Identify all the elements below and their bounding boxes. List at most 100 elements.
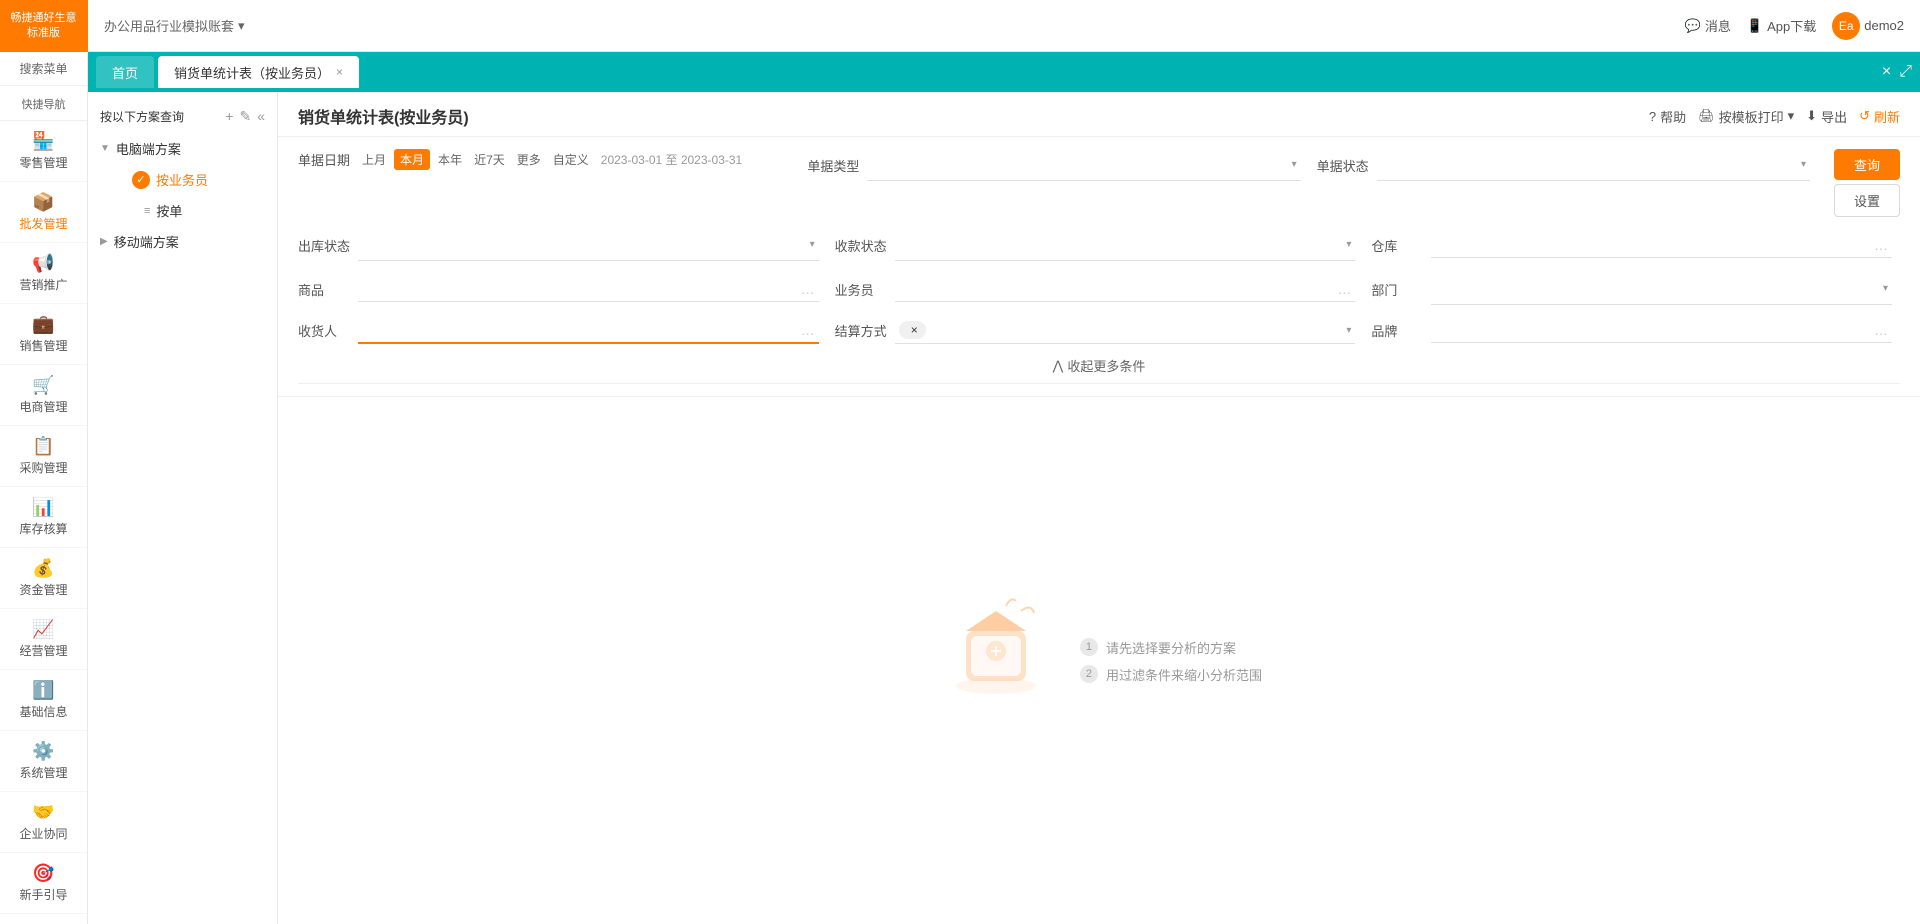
empty-tip-1: 1 请先选择要分析的方案 (1080, 638, 1262, 657)
sidebar-search[interactable]: 搜索菜单 (0, 52, 87, 86)
tab-active-label: 销货单统计表（按业务员） (174, 63, 330, 82)
sidebar-item-ecommerce[interactable]: 🛒 电商管理 (0, 365, 87, 426)
pc-schema-children: ✓ 按业务员 ≡ 按单 (88, 164, 277, 226)
sidebar-item-appstore[interactable]: 📱 应用中心 (0, 914, 87, 924)
date-btn-custom[interactable]: 自定义 (549, 149, 593, 170)
sidebar-item-sales-label: 销售管理 (19, 337, 67, 354)
sidebar-item-system[interactable]: ⚙️ 系统管理 (0, 731, 87, 792)
finance-icon: 💰 (32, 558, 54, 579)
sidebar-item-operation[interactable]: 📈 经营管理 (0, 609, 87, 670)
empty-tips: 1 请先选择要分析的方案 2 用过滤条件来缩小分析范围 (1080, 638, 1262, 684)
sidebar-item-basic[interactable]: ℹ️ 基础信息 (0, 670, 87, 731)
empty-tip-2-text: 用过滤条件来缩小分析范围 (1106, 665, 1262, 684)
content-area: 按以下方案查询 + ✎ « ▼ 电脑端方案 ✓ 按业务员 (88, 92, 1920, 924)
message-label: 消息 (1705, 16, 1731, 35)
right-panel: 销货单统计表(按业务员) ? 帮助 🖨 按模板打印 ▾ ⬇ 导出 (278, 92, 1920, 924)
search-menu-label[interactable]: 搜索菜单 (19, 60, 67, 77)
date-btn-7days[interactable]: 近7天 (470, 149, 509, 170)
filter-row-4: 收货人 … 结算方式 × ▾ (298, 317, 1900, 344)
tab-home[interactable]: 首页 (96, 56, 154, 88)
tab-minimize-icon[interactable]: × (1882, 63, 1891, 81)
department-select-wrapper[interactable]: ▾ (1431, 273, 1892, 305)
date-btn-this-year[interactable]: 本年 (434, 149, 466, 170)
print-label: 按模板打印 (1719, 107, 1784, 126)
sidebar-item-wholesale[interactable]: 📦 批发管理 (0, 182, 87, 243)
mobile-schema-label: 移动端方案 (114, 232, 179, 251)
pc-schema-group[interactable]: ▼ 电脑端方案 (88, 133, 277, 164)
collapse-button[interactable]: ⋀ 收起更多条件 (1053, 356, 1146, 375)
sidebar-item-inventory[interactable]: 📊 库存核算 (0, 487, 87, 548)
sidebar-item-newbie[interactable]: 🎯 新手引导 (0, 853, 87, 914)
settle-input-wrapper[interactable]: × ▾ (895, 317, 1356, 344)
settle-method-tag-close[interactable]: × (911, 323, 918, 337)
add-schema-icon[interactable]: + (225, 108, 233, 125)
settings-button[interactable]: 设置 (1834, 184, 1900, 217)
receiptstatus-select-wrapper[interactable]: ▾ (895, 229, 1356, 261)
tab-close-icon[interactable]: × (336, 65, 343, 79)
docstatus-select-wrapper[interactable]: ▾ (1377, 149, 1810, 181)
outstatus-label: 出库状态 (298, 236, 350, 255)
query-button[interactable]: 查询 (1834, 149, 1900, 180)
sidebar-item-purchase[interactable]: 📋 采购管理 (0, 426, 87, 487)
sidebar-item-finance[interactable]: 💰 资金管理 (0, 548, 87, 609)
sidebar: 畅捷通好生意 标准版 搜索菜单 快捷导航 🏪 零售管理 📦 批发管理 📢 营销推… (0, 0, 88, 924)
help-button[interactable]: ? 帮助 (1649, 107, 1686, 126)
schema-active-badge: ✓ (132, 171, 150, 189)
sidebar-item-operation-label: 经营管理 (19, 642, 67, 659)
salesperson-more-icon[interactable]: … (1337, 281, 1351, 297)
sidebar-item-ecommerce-label: 电商管理 (19, 398, 67, 415)
quick-nav-label[interactable]: 快捷导航 (18, 90, 70, 116)
receiptstatus-select[interactable] (899, 233, 1347, 256)
sidebar-item-marketing-label: 营销推广 (19, 276, 67, 293)
sidebar-item-system-label: 系统管理 (19, 764, 67, 781)
schema-by-salesperson[interactable]: ✓ 按业务员 (112, 164, 277, 195)
warehouse-more-icon[interactable]: … (1874, 237, 1888, 253)
message-button[interactable]: 💬 消息 (1685, 16, 1731, 35)
settle-method-tag[interactable]: × (899, 321, 926, 339)
tab-maximize-icon[interactable]: ⤢ (1899, 63, 1912, 81)
empty-illustration (936, 591, 1056, 730)
brand-input-wrapper[interactable]: … (1431, 318, 1892, 343)
schema-by-doc[interactable]: ≡ 按单 (112, 195, 277, 226)
goods-input-wrapper[interactable]: … (358, 277, 819, 302)
mobile-schema-group[interactable]: ▶ 移动端方案 (88, 226, 277, 257)
collapse-panel-icon[interactable]: « (257, 108, 265, 125)
doctype-select-wrapper[interactable]: ▾ (867, 149, 1300, 181)
tab-active[interactable]: 销货单统计表（按业务员） × (158, 56, 359, 88)
sidebar-item-wholesale-label: 批发管理 (19, 215, 67, 232)
export-button[interactable]: ⬇ 导出 (1806, 107, 1847, 126)
receiver-input-wrapper[interactable]: … (358, 318, 819, 344)
app-download-button[interactable]: 📱 App下载 (1747, 16, 1816, 35)
docstatus-select[interactable] (1381, 153, 1801, 176)
top-bar: 办公用品行业模拟账套 ▾ 💬 消息 📱 App下载 Ea demo2 (88, 0, 1920, 52)
refresh-icon: ↺ (1859, 108, 1870, 124)
date-btn-more[interactable]: 更多 (513, 149, 545, 170)
filter-receiver-field: 收货人 … (298, 318, 827, 344)
industry-selector[interactable]: 办公用品行业模拟账套 ▾ (104, 16, 245, 35)
sidebar-item-enterprise[interactable]: 🤝 企业协同 (0, 792, 87, 853)
doctype-label: 单据类型 (807, 156, 859, 175)
edit-schema-icon[interactable]: ✎ (239, 108, 251, 125)
department-select[interactable] (1435, 277, 1883, 300)
date-btn-this-month[interactable]: 本月 (394, 149, 430, 170)
date-btn-last-month[interactable]: 上月 (358, 149, 390, 170)
brand-more-icon[interactable]: … (1874, 322, 1888, 338)
sidebar-item-retail[interactable]: 🏪 零售管理 (0, 121, 87, 182)
refresh-label: 刷新 (1874, 107, 1900, 126)
filter-doctype-field: 单据类型 ▾ (799, 149, 1308, 181)
refresh-button[interactable]: ↺ 刷新 (1859, 107, 1900, 126)
warehouse-input-wrapper[interactable]: … (1431, 233, 1892, 258)
outstatus-select[interactable] (362, 233, 810, 256)
outstatus-select-wrapper[interactable]: ▾ (358, 229, 819, 261)
doctype-select[interactable] (871, 153, 1291, 176)
user-label: demo2 (1864, 18, 1904, 33)
sidebar-item-sales[interactable]: 💼 销售管理 (0, 304, 87, 365)
sidebar-item-marketing[interactable]: 📢 营销推广 (0, 243, 87, 304)
app-download-icon: 📱 (1747, 18, 1763, 34)
filter-row-2: 出库状态 ▾ 收款状态 ▾ 仓库 (298, 229, 1900, 261)
print-button[interactable]: 🖨 按模板打印 ▾ (1698, 107, 1794, 126)
salesperson-input-wrapper[interactable]: … (895, 277, 1356, 302)
goods-more-icon[interactable]: … (801, 281, 815, 297)
receiver-more-icon[interactable]: … (801, 322, 815, 338)
user-menu[interactable]: Ea demo2 (1832, 12, 1904, 40)
